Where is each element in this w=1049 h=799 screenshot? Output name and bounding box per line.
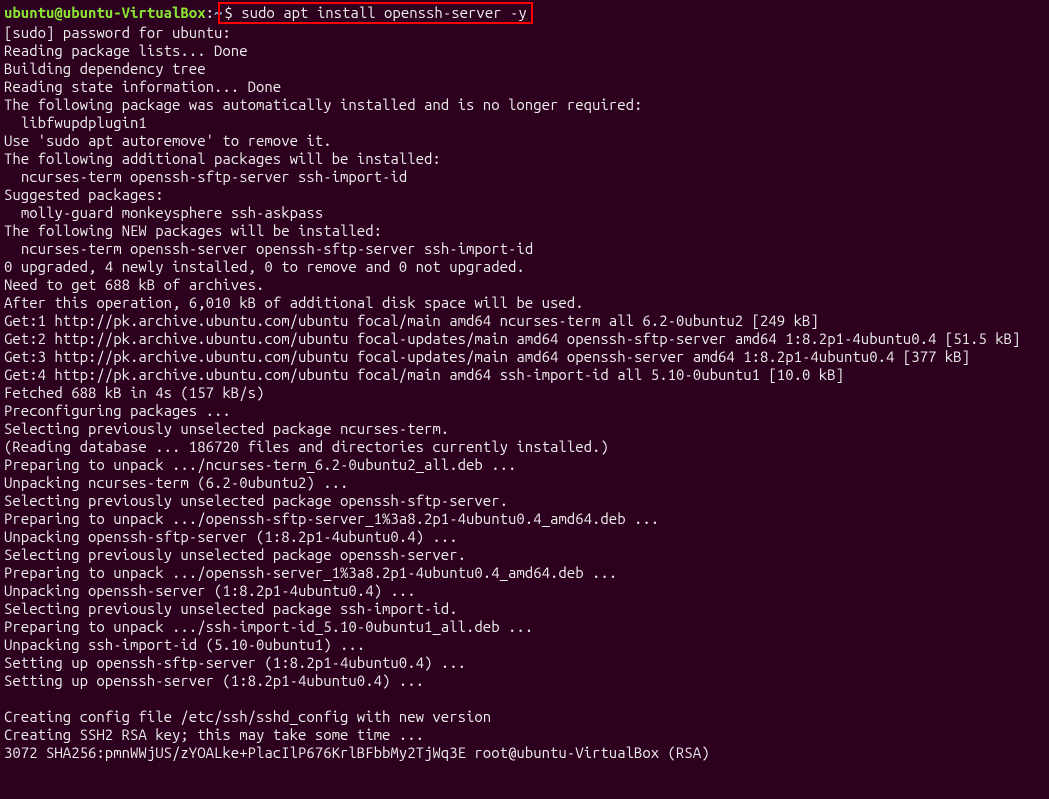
- terminal-output-line: The following additional packages will b…: [4, 150, 1045, 168]
- terminal-output-line: Creating config file /etc/ssh/sshd_confi…: [4, 708, 1045, 726]
- terminal-output-line: Unpacking ncurses-term (6.2-0ubuntu2) ..…: [4, 474, 1045, 492]
- terminal-output-line: Get:2 http://pk.archive.ubuntu.com/ubunt…: [4, 330, 1045, 348]
- terminal-output-line: Creating SSH2 RSA key; this may take som…: [4, 726, 1045, 744]
- terminal-output-line: Building dependency tree: [4, 60, 1045, 78]
- terminal-output-line: ncurses-term openssh-sftp-server ssh-imp…: [4, 168, 1045, 186]
- terminal-output-line: molly-guard monkeysphere ssh-askpass: [4, 204, 1045, 222]
- terminal-output-line: 3072 SHA256:pmnWWjUS/zYOALke+PlacIlP676K…: [4, 744, 1045, 762]
- terminal-output-line: ncurses-term openssh-server openssh-sftp…: [4, 240, 1045, 258]
- terminal-output-line: [4, 690, 1045, 708]
- terminal-output-line: Fetched 688 kB in 4s (157 kB/s): [4, 384, 1045, 402]
- terminal-output-line: Preparing to unpack .../openssh-sftp-ser…: [4, 510, 1045, 528]
- terminal-output-line: Unpacking openssh-server (1:8.2p1-4ubunt…: [4, 582, 1045, 600]
- terminal-output-line: Reading state information... Done: [4, 78, 1045, 96]
- terminal-prompt-line[interactable]: ubuntu@ubuntu-VirtualBox:~$ sudo apt ins…: [4, 2, 1045, 24]
- terminal-output-line: Preparing to unpack .../openssh-server_1…: [4, 564, 1045, 582]
- terminal-output-line: 0 upgraded, 4 newly installed, 0 to remo…: [4, 258, 1045, 276]
- terminal-output-line: Suggested packages:: [4, 186, 1045, 204]
- terminal-output-line: Unpacking ssh-import-id (5.10-0ubuntu1) …: [4, 636, 1045, 654]
- terminal-output-line: Preconfiguring packages ...: [4, 402, 1045, 420]
- prompt-separator: :: [206, 4, 214, 21]
- terminal-output-line: libfwupdplugin1: [4, 114, 1045, 132]
- command-highlight-box: $ sudo apt install openssh-server -y: [218, 2, 532, 24]
- terminal-output-line: Get:1 http://pk.archive.ubuntu.com/ubunt…: [4, 312, 1045, 330]
- terminal-output-line: Use 'sudo apt autoremove' to remove it.: [4, 132, 1045, 150]
- terminal-output-line: Selecting previously unselected package …: [4, 420, 1045, 438]
- terminal-output-line: (Reading database ... 186720 files and d…: [4, 438, 1045, 456]
- terminal-output-line: Setting up openssh-server (1:8.2p1-4ubun…: [4, 672, 1045, 690]
- prompt-symbol: $: [224, 4, 241, 21]
- terminal-output-line: The following NEW packages will be insta…: [4, 222, 1045, 240]
- terminal-output-line: Unpacking openssh-sftp-server (1:8.2p1-4…: [4, 528, 1045, 546]
- terminal-output-line: Get:4 http://pk.archive.ubuntu.com/ubunt…: [4, 366, 1045, 384]
- terminal-output-line: Reading package lists... Done: [4, 42, 1045, 60]
- terminal-output-line: Need to get 688 kB of archives.: [4, 276, 1045, 294]
- terminal-output-line: Selecting previously unselected package …: [4, 600, 1045, 618]
- prompt-user-host: ubuntu@ubuntu-VirtualBox: [4, 4, 206, 21]
- command-text: sudo apt install openssh-server -y: [241, 4, 527, 21]
- terminal-output-line: Preparing to unpack .../ssh-import-id_5.…: [4, 618, 1045, 636]
- terminal-output-line: [sudo] password for ubuntu:: [4, 24, 1045, 42]
- terminal-output-line: Selecting previously unselected package …: [4, 546, 1045, 564]
- terminal-output-line: Preparing to unpack .../ncurses-term_6.2…: [4, 456, 1045, 474]
- terminal-output-line: Selecting previously unselected package …: [4, 492, 1045, 510]
- terminal-output-line: Setting up openssh-sftp-server (1:8.2p1-…: [4, 654, 1045, 672]
- terminal-output: [sudo] password for ubuntu:Reading packa…: [4, 24, 1045, 762]
- terminal-output-line: The following package was automatically …: [4, 96, 1045, 114]
- terminal-output-line: Get:3 http://pk.archive.ubuntu.com/ubunt…: [4, 348, 1045, 366]
- terminal-output-line: After this operation, 6,010 kB of additi…: [4, 294, 1045, 312]
